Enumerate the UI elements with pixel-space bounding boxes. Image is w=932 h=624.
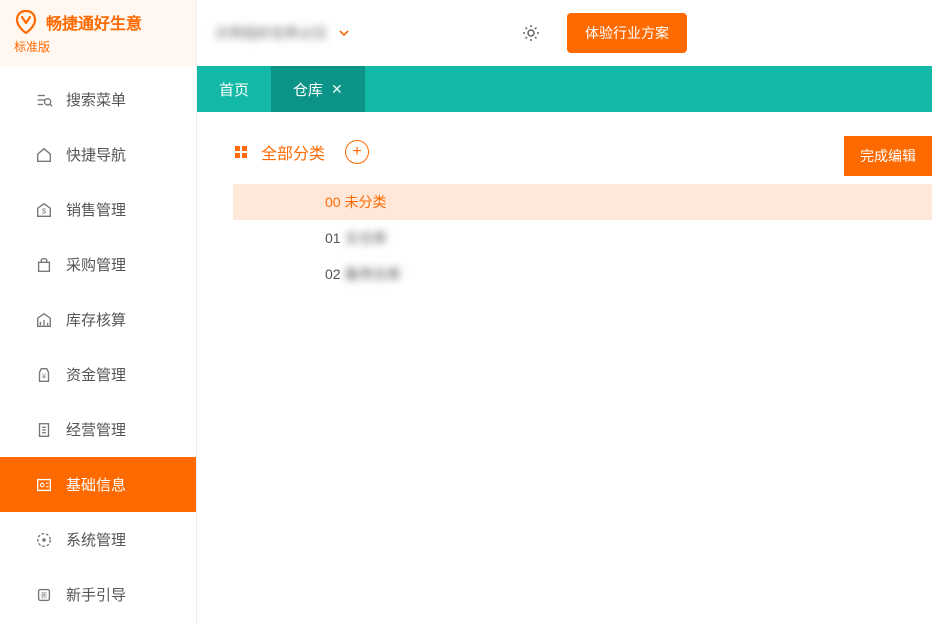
category-row[interactable]: 02备用仓库 — [233, 256, 932, 292]
menu-item-business[interactable]: 经营管理 — [0, 402, 196, 457]
sale-icon: $ — [34, 200, 54, 220]
category-code: 02 — [325, 266, 341, 282]
try-industry-button[interactable]: 体验行业方案 — [567, 13, 687, 53]
category-code: 00 — [325, 194, 341, 210]
menu-item-purchase[interactable]: 采购管理 — [0, 237, 196, 292]
org-selector[interactable]: 示例组织名称占位 — [215, 23, 495, 43]
menu-item-inventory[interactable]: 库存核算 — [0, 292, 196, 347]
main-area: 示例组织名称占位 体验行业方案 首页 仓库 ✕ 全部分类 + — [197, 0, 932, 624]
done-edit-button[interactable]: 完成编辑 — [844, 136, 932, 176]
chevron-down-icon — [337, 26, 351, 40]
plus-icon: + — [352, 143, 361, 161]
menu-item-search[interactable]: 搜索菜单 — [0, 72, 196, 127]
org-name: 示例组织名称占位 — [215, 23, 327, 43]
search-icon — [34, 90, 54, 110]
tab-label: 仓库 — [293, 79, 323, 100]
category-list: 00 未分类 01主仓库 02备用仓库 — [197, 184, 932, 292]
category-header: 全部分类 + — [197, 140, 932, 164]
tab-home[interactable]: 首页 — [197, 66, 271, 112]
sidebar: 畅捷通好生意 标准版 搜索菜单 快捷导航 $ 销售管理 采购管理 — [0, 0, 197, 624]
brand-title: 畅捷通好生意 — [46, 10, 142, 34]
menu-item-sales[interactable]: $ 销售管理 — [0, 182, 196, 237]
menu-label: 经营管理 — [66, 419, 126, 440]
newbie-icon: 新 — [34, 585, 54, 605]
menu-label: 库存核算 — [66, 309, 126, 330]
purchase-icon — [34, 255, 54, 275]
topbar: 示例组织名称占位 体验行业方案 — [197, 0, 932, 66]
tab-label: 首页 — [219, 79, 249, 100]
category-row[interactable]: 01主仓库 — [233, 220, 932, 256]
menu-item-newbie[interactable]: 新 新手引导 — [0, 567, 196, 622]
svg-text:新: 新 — [41, 590, 48, 599]
category-name: 主仓库 — [345, 228, 387, 248]
inventory-icon — [34, 310, 54, 330]
brand-edition: 标准版 — [14, 38, 184, 55]
money-icon: ¥ — [34, 365, 54, 385]
main-menu: 搜索菜单 快捷导航 $ 销售管理 采购管理 库存核算 ¥ 资金管理 — [0, 66, 196, 622]
gear-icon — [521, 23, 541, 43]
menu-label: 基础信息 — [66, 474, 126, 495]
category-code: 01 — [325, 230, 341, 246]
menu-label: 新手引导 — [66, 584, 126, 605]
svg-text:¥: ¥ — [42, 371, 47, 380]
menu-item-baseinfo[interactable]: 基础信息 — [0, 457, 196, 512]
menu-label: 销售管理 — [66, 199, 126, 220]
logo-icon — [12, 8, 40, 36]
grid-icon — [233, 144, 249, 160]
menu-label: 采购管理 — [66, 254, 126, 275]
close-icon[interactable]: ✕ — [331, 81, 343, 98]
category-name: 备用仓库 — [345, 264, 401, 284]
category-name: 未分类 — [344, 192, 386, 212]
menu-label: 快捷导航 — [66, 144, 126, 165]
tab-warehouse[interactable]: 仓库 ✕ — [271, 66, 365, 112]
content-panel: 全部分类 + 完成编辑 00 未分类 01主仓库 02备用仓库 — [197, 112, 932, 624]
category-row[interactable]: 00 未分类 — [233, 184, 932, 220]
menu-item-quicknav[interactable]: 快捷导航 — [0, 127, 196, 182]
menu-item-funds[interactable]: ¥ 资金管理 — [0, 347, 196, 402]
home-icon — [34, 145, 54, 165]
tabbar: 首页 仓库 ✕ — [197, 66, 932, 112]
logo-area: 畅捷通好生意 标准版 — [0, 0, 196, 66]
menu-label: 资金管理 — [66, 364, 126, 385]
biz-icon — [34, 420, 54, 440]
menu-label: 搜索菜单 — [66, 89, 126, 110]
settings-button[interactable] — [517, 19, 545, 47]
system-icon — [34, 530, 54, 550]
baseinfo-icon — [34, 475, 54, 495]
all-categories-label: 全部分类 — [261, 140, 325, 164]
svg-text:$: $ — [42, 206, 46, 215]
menu-label: 系统管理 — [66, 529, 126, 550]
add-category-button[interactable]: + — [345, 140, 369, 164]
menu-item-system[interactable]: 系统管理 — [0, 512, 196, 567]
